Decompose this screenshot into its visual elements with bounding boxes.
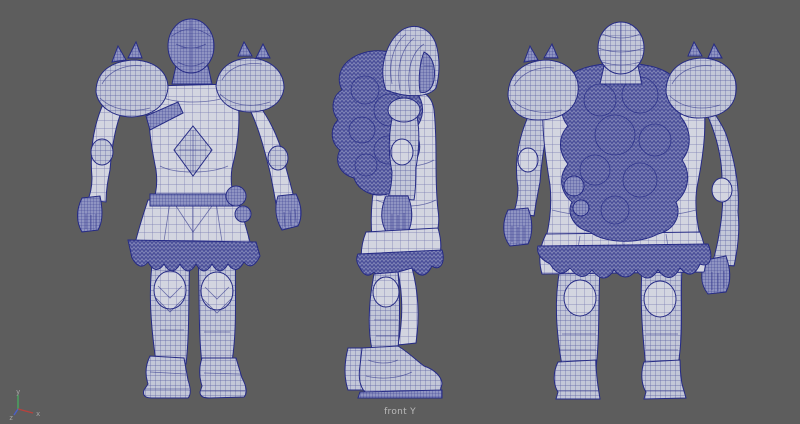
scene-canvas[interactable] [0,0,800,424]
maya-viewport-panel[interactable]: y x z front Y [0,0,800,424]
character-back-view[interactable] [503,21,740,400]
y-axis-label: y [16,388,20,396]
viewport-camera-label: front Y [384,407,416,417]
character-side-view[interactable] [331,26,444,399]
character-front-view[interactable] [77,18,302,399]
